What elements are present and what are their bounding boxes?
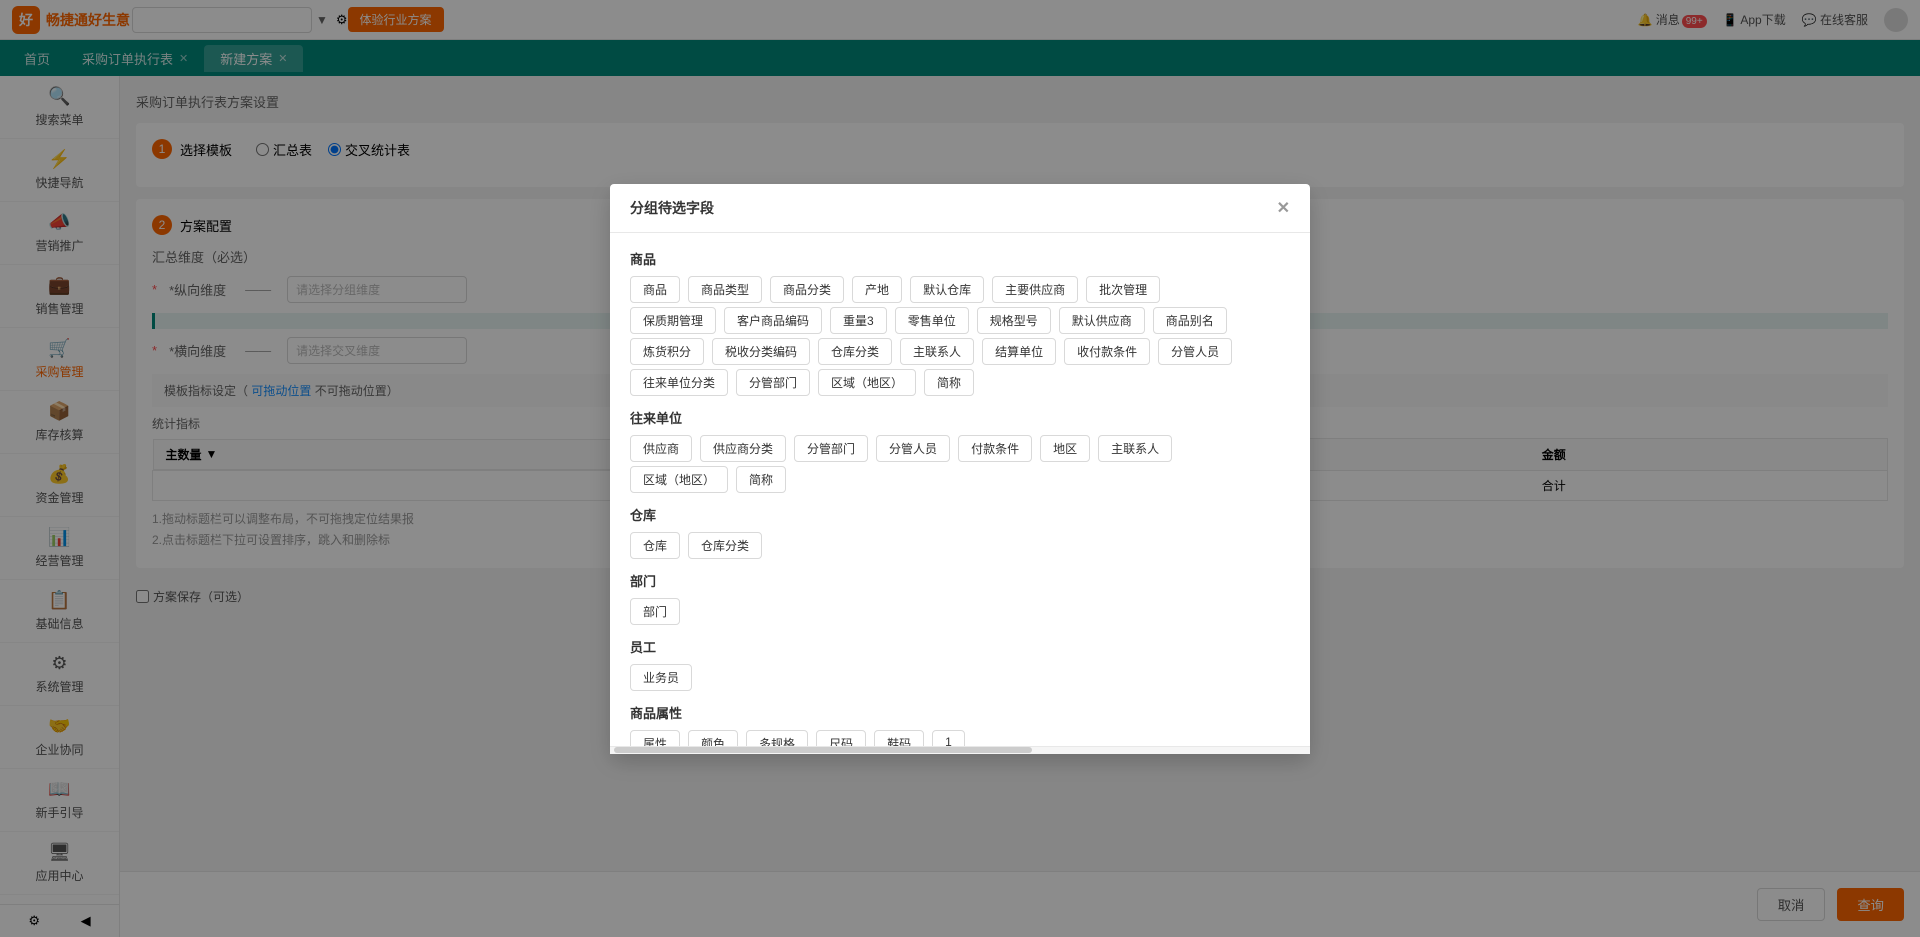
field-tag[interactable]: 主要供应商 <box>992 276 1078 303</box>
section-title-partner: 往来单位 <box>630 408 1290 427</box>
field-tag[interactable]: 简称 <box>924 369 974 396</box>
field-tag[interactable]: 收付款条件 <box>1064 338 1150 365</box>
field-tag[interactable]: 往来单位分类 <box>630 369 728 396</box>
field-tag[interactable]: 商品分类 <box>770 276 844 303</box>
modal-header: 分组待选字段 ✕ <box>610 184 1310 233</box>
field-tag[interactable]: 商品别名 <box>1153 307 1227 334</box>
field-tag[interactable]: 商品类型 <box>688 276 762 303</box>
field-tag[interactable]: 多规格 <box>746 730 808 747</box>
section-title-goods: 商品 <box>630 249 1290 268</box>
field-tags-dept: 部门 <box>630 598 1290 625</box>
field-tag[interactable]: 业务员 <box>630 664 692 691</box>
section-title-warehouse: 仓库 <box>630 505 1290 524</box>
field-tags-employee: 业务员 <box>630 664 1290 691</box>
field-tag[interactable]: 分管人员 <box>876 435 950 462</box>
field-tag[interactable]: 商品 <box>630 276 680 303</box>
field-tag[interactable]: 仓库分类 <box>688 532 762 559</box>
field-tag[interactable]: 区域（地区） <box>630 466 728 493</box>
field-tag[interactable]: 地区 <box>1040 435 1090 462</box>
field-tag[interactable]: 1 <box>932 730 965 747</box>
section-title-attr: 商品属性 <box>630 703 1290 722</box>
field-tags-goods-2: 保质期管理 客户商品编码 重量3 零售单位 规格型号 默认供应商 商品别名 <box>630 307 1290 334</box>
field-tag[interactable]: 产地 <box>852 276 902 303</box>
modal-close-button[interactable]: ✕ <box>1277 198 1290 218</box>
modal-overlay[interactable]: 分组待选字段 ✕ 商品 商品 商品类型 商品分类 产地 默认仓库 主要供应商 批… <box>0 0 1920 937</box>
field-tag[interactable]: 付款条件 <box>958 435 1032 462</box>
field-tag[interactable]: 分管部门 <box>794 435 868 462</box>
field-tag[interactable]: 默认供应商 <box>1059 307 1145 334</box>
section-title-dept: 部门 <box>630 571 1290 590</box>
modal-dialog: 分组待选字段 ✕ 商品 商品 商品类型 商品分类 产地 默认仓库 主要供应商 批… <box>610 184 1310 754</box>
field-tag[interactable]: 炼货积分 <box>630 338 704 365</box>
field-tag[interactable]: 属性 <box>630 730 680 747</box>
field-tag[interactable]: 部门 <box>630 598 680 625</box>
field-tag[interactable]: 默认仓库 <box>910 276 984 303</box>
field-tag[interactable]: 保质期管理 <box>630 307 716 334</box>
field-tags-partner: 供应商 供应商分类 分管部门 分管人员 付款条件 地区 主联系人 <box>630 435 1290 462</box>
field-tag[interactable]: 规格型号 <box>977 307 1051 334</box>
field-tag[interactable]: 简称 <box>736 466 786 493</box>
hscroll-thumb[interactable] <box>614 747 1032 753</box>
field-tag[interactable]: 零售单位 <box>895 307 969 334</box>
field-tags-goods-4: 往来单位分类 分管部门 区域（地区） 简称 <box>630 369 1290 396</box>
field-tags-goods-3: 炼货积分 税收分类编码 仓库分类 主联系人 结算单位 收付款条件 分管人员 <box>630 338 1290 365</box>
modal-hscroll[interactable] <box>610 746 1310 753</box>
field-tag[interactable]: 主联系人 <box>1098 435 1172 462</box>
field-tag[interactable]: 重量3 <box>830 307 887 334</box>
field-tags-partner-2: 区域（地区） 简称 <box>630 466 1290 493</box>
field-tags-warehouse: 仓库 仓库分类 <box>630 532 1290 559</box>
field-tags-attr: 属性 颜色 多规格 尺码 鞋码 1 <box>630 730 1290 747</box>
field-tag[interactable]: 供应商 <box>630 435 692 462</box>
field-tag[interactable]: 仓库 <box>630 532 680 559</box>
field-tag[interactable]: 颜色 <box>688 730 738 747</box>
field-tags-goods: 商品 商品类型 商品分类 产地 默认仓库 主要供应商 批次管理 <box>630 276 1290 303</box>
field-tag[interactable]: 主联系人 <box>900 338 974 365</box>
field-tag[interactable]: 税收分类编码 <box>712 338 810 365</box>
field-tag[interactable]: 分管人员 <box>1158 338 1232 365</box>
field-tag[interactable]: 仓库分类 <box>818 338 892 365</box>
modal-body: 商品 商品 商品类型 商品分类 产地 默认仓库 主要供应商 批次管理 保质期管理… <box>610 233 1310 747</box>
field-tag[interactable]: 批次管理 <box>1086 276 1160 303</box>
field-tag[interactable]: 尺码 <box>816 730 866 747</box>
modal-title: 分组待选字段 <box>630 198 714 218</box>
field-tag[interactable]: 分管部门 <box>736 369 810 396</box>
field-tag[interactable]: 区域（地区） <box>818 369 916 396</box>
field-tag[interactable]: 鞋码 <box>874 730 924 747</box>
field-tag[interactable]: 供应商分类 <box>700 435 786 462</box>
section-title-employee: 员工 <box>630 637 1290 656</box>
field-tag[interactable]: 结算单位 <box>982 338 1056 365</box>
field-tag[interactable]: 客户商品编码 <box>724 307 822 334</box>
